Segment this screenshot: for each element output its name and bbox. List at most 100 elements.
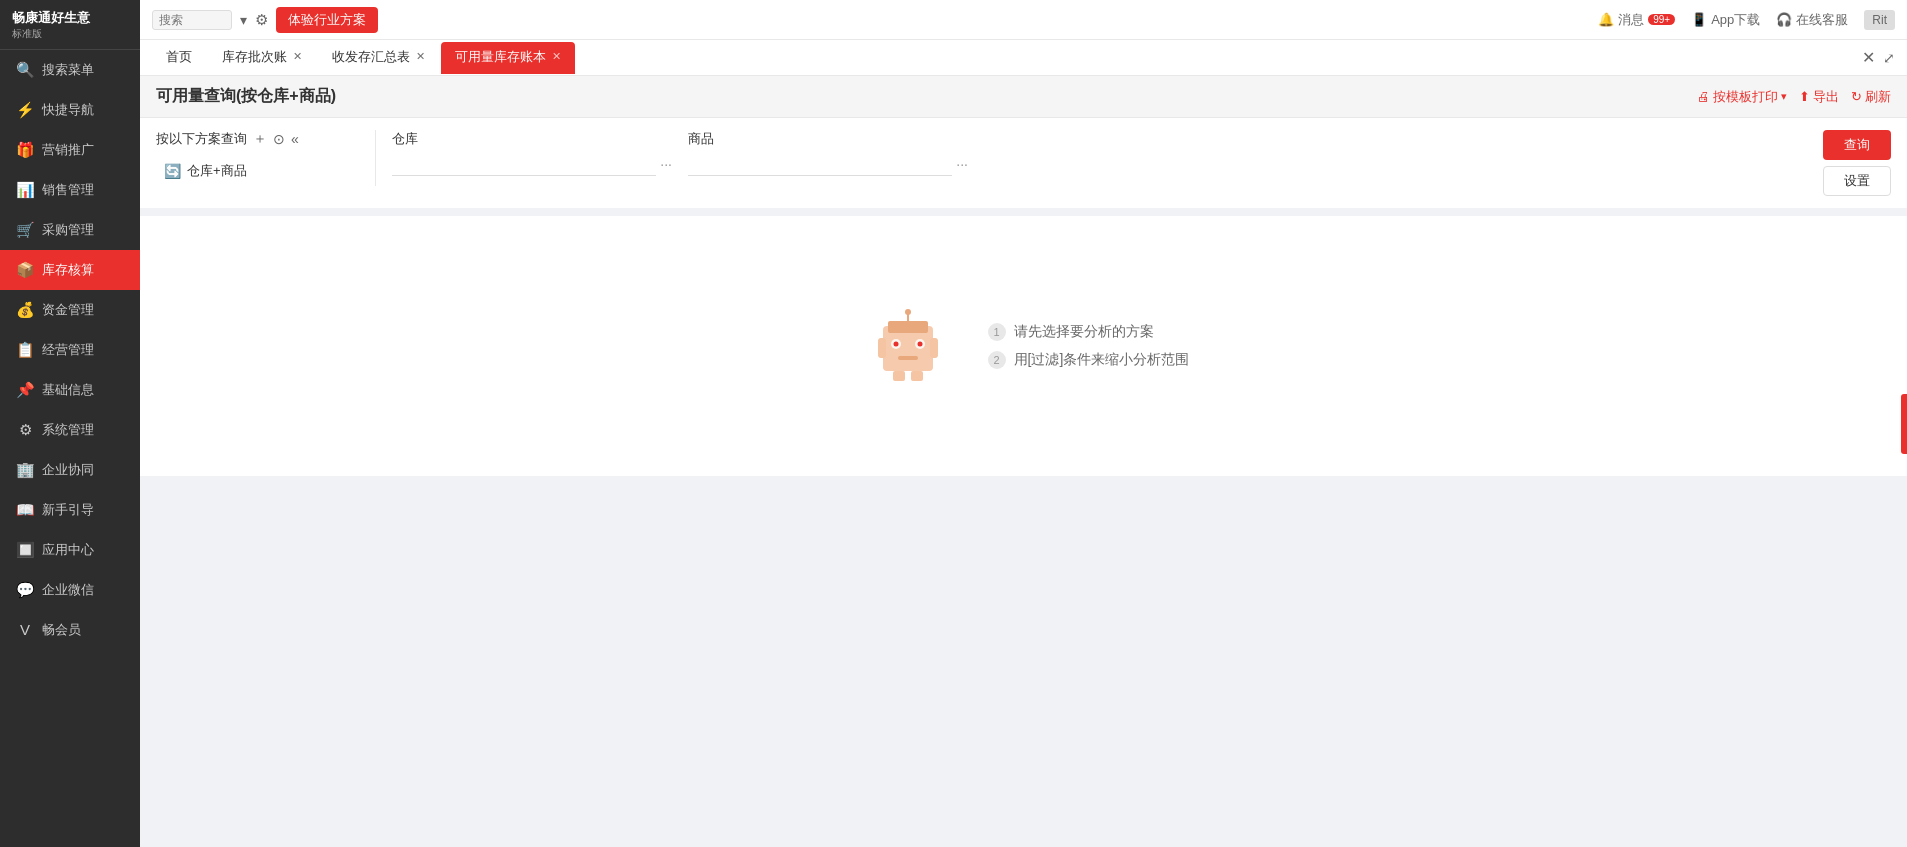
sidebar-item-search[interactable]: 🔍 搜索菜单 bbox=[0, 50, 140, 90]
scroll-indicator[interactable] bbox=[1901, 394, 1907, 454]
sidebar-icon-shortcut: ⚡ bbox=[16, 101, 34, 119]
sidebar-icon-wechat: 💬 bbox=[16, 581, 34, 599]
sidebar-label-inventory: 库存核算 bbox=[42, 261, 94, 279]
industry-btn[interactable]: 体验行业方案 bbox=[276, 7, 378, 33]
printer-icon: 🖨 bbox=[1697, 89, 1710, 104]
sidebar-icon-purchase-mgmt: 🛒 bbox=[16, 221, 34, 239]
empty-tip-2: 2 用[过滤]条件来缩小分析范围 bbox=[988, 351, 1190, 369]
close-available-qty-icon[interactable]: ✕ bbox=[552, 50, 561, 63]
filter-right: 仓库 ··· 商品 ··· 查询 设置 bbox=[392, 130, 1891, 196]
sidebar-item-inventory[interactable]: 📦 库存核算 bbox=[0, 250, 140, 290]
tab-batch-account[interactable]: 库存批次账 ✕ bbox=[208, 42, 316, 74]
print-button[interactable]: 🖨 按模板打印 ▾ bbox=[1697, 88, 1787, 106]
tab-home[interactable]: 首页 bbox=[152, 42, 206, 74]
tabs-right-controls: ✕ ⤢ bbox=[1862, 48, 1895, 67]
tip-2-text: 用[过滤]条件来缩小分析范围 bbox=[1014, 351, 1190, 369]
tab-batch-account-label: 库存批次账 bbox=[222, 48, 287, 66]
sidebar-item-purchase-mgmt[interactable]: 🛒 采购管理 bbox=[0, 210, 140, 250]
sidebar-icon-inventory: 📦 bbox=[16, 261, 34, 279]
sidebar-item-wechat[interactable]: 💬 企业微信 bbox=[0, 570, 140, 610]
sidebar-item-sales-mgmt[interactable]: 📊 销售管理 bbox=[0, 170, 140, 210]
sidebar-label-basic-info: 基础信息 bbox=[42, 381, 94, 399]
dropdown-button[interactable]: ▾ bbox=[240, 12, 247, 28]
filter-area: 按以下方案查询 ＋ ⊙ « 🔄 仓库+商品 仓库 ··· bbox=[140, 118, 1907, 208]
close-batch-account-icon[interactable]: ✕ bbox=[293, 50, 302, 63]
sidebar-item-shortcut[interactable]: ⚡ 快捷导航 bbox=[0, 90, 140, 130]
sidebar-item-basic-info[interactable]: 📌 基础信息 bbox=[0, 370, 140, 410]
sidebar-label-search: 搜索菜单 bbox=[42, 61, 94, 79]
sync-icon: 🔄 bbox=[164, 163, 181, 179]
tip-num-2: 2 bbox=[988, 351, 1006, 369]
sidebar-icon-newbie: 📖 bbox=[16, 501, 34, 519]
gear-button[interactable]: ⚙ bbox=[255, 11, 268, 29]
warehouse-input[interactable] bbox=[392, 152, 656, 176]
svg-rect-7 bbox=[878, 338, 886, 358]
sidebar-icon-member: V bbox=[16, 621, 34, 638]
expand-button[interactable]: ⤢ bbox=[1883, 50, 1895, 66]
warehouse-label: 仓库 bbox=[392, 130, 672, 148]
svg-rect-6 bbox=[898, 356, 918, 360]
action-buttons: 查询 设置 bbox=[1823, 130, 1891, 196]
sidebar-label-system-mgmt: 系统管理 bbox=[42, 421, 94, 439]
sidebar-label-app-center: 应用中心 bbox=[42, 541, 94, 559]
sidebar-scroll: 🔍 搜索菜单 ⚡ 快捷导航 🎁 营销推广 📊 销售管理 🛒 采购管理 📦 库存核… bbox=[0, 50, 140, 847]
user-name: Rit bbox=[1872, 13, 1887, 27]
close-summary-icon[interactable]: ✕ bbox=[416, 50, 425, 63]
add-icon[interactable]: ＋ bbox=[253, 130, 267, 148]
filter-option-warehouse-product[interactable]: 🔄 仓库+商品 bbox=[156, 156, 359, 186]
sidebar-icon-finance: 💰 bbox=[16, 301, 34, 319]
sidebar-item-newbie[interactable]: 📖 新手引导 bbox=[0, 490, 140, 530]
settings-button[interactable]: 设置 bbox=[1823, 166, 1891, 196]
user-avatar[interactable]: Rit bbox=[1864, 10, 1895, 30]
export-label: 导出 bbox=[1813, 88, 1839, 106]
query-button[interactable]: 查询 bbox=[1823, 130, 1891, 160]
svg-rect-8 bbox=[930, 338, 938, 358]
message-item[interactable]: 🔔 消息 99+ bbox=[1598, 11, 1675, 29]
svg-point-4 bbox=[893, 342, 898, 347]
empty-tip-1: 1 请先选择要分析的方案 bbox=[988, 323, 1190, 341]
main-area: ▾ ⚙ 体验行业方案 🔔 消息 99+ 📱 App下载 🎧 在线客服 Rit bbox=[140, 0, 1907, 847]
sidebar-icon-sales-mgmt: 📊 bbox=[16, 181, 34, 199]
sidebar-item-member[interactable]: V 畅会员 bbox=[0, 610, 140, 650]
refresh-button[interactable]: ↻ 刷新 bbox=[1851, 88, 1891, 106]
content-area: 可用量查询(按仓库+商品) 🖨 按模板打印 ▾ ⬆ 导出 ↻ 刷新 bbox=[140, 76, 1907, 847]
product-more-icon[interactable]: ··· bbox=[956, 156, 968, 172]
app-download-item[interactable]: 📱 App下载 bbox=[1691, 11, 1760, 29]
warehouse-more-icon[interactable]: ··· bbox=[660, 156, 672, 172]
product-input[interactable] bbox=[688, 152, 952, 176]
sidebar-item-enterprise[interactable]: 🏢 企业协同 bbox=[0, 450, 140, 490]
sidebar: 畅康通好生意 标准版 🔍 搜索菜单 ⚡ 快捷导航 🎁 营销推广 📊 销售管理 🛒… bbox=[0, 0, 140, 847]
app-download-label: App下载 bbox=[1711, 11, 1760, 29]
sidebar-item-finance[interactable]: 💰 资金管理 bbox=[0, 290, 140, 330]
sidebar-item-system-mgmt[interactable]: ⚙ 系统管理 bbox=[0, 410, 140, 450]
close-all-tabs-button[interactable]: ✕ bbox=[1862, 48, 1875, 67]
bell-icon: 🔔 bbox=[1598, 12, 1614, 27]
sidebar-label-enterprise: 企业协同 bbox=[42, 461, 94, 479]
sidebar-item-operations[interactable]: 📋 经营管理 bbox=[0, 330, 140, 370]
export-button[interactable]: ⬆ 导出 bbox=[1799, 88, 1839, 106]
empty-state-inner: 1 请先选择要分析的方案 2 用[过滤]条件来缩小分析范围 bbox=[858, 296, 1190, 396]
sidebar-item-marketing-promo[interactable]: 🎁 营销推广 bbox=[0, 130, 140, 170]
top-header: ▾ ⚙ 体验行业方案 🔔 消息 99+ 📱 App下载 🎧 在线客服 Rit bbox=[140, 0, 1907, 40]
filter-input-row-warehouse: ··· bbox=[392, 152, 672, 176]
svg-point-12 bbox=[905, 309, 911, 315]
tab-summary-label: 收发存汇总表 bbox=[332, 48, 410, 66]
phone-icon: 📱 bbox=[1691, 12, 1707, 27]
tab-summary[interactable]: 收发存汇总表 ✕ bbox=[318, 42, 439, 74]
sidebar-label-member: 畅会员 bbox=[42, 621, 81, 639]
empty-illustration bbox=[858, 296, 958, 396]
online-service-item[interactable]: 🎧 在线客服 bbox=[1776, 11, 1848, 29]
collapse-icon[interactable]: « bbox=[291, 131, 299, 147]
svg-rect-10 bbox=[911, 371, 923, 381]
filter-field-warehouse: 仓库 ··· bbox=[392, 130, 672, 176]
online-service-label: 在线客服 bbox=[1796, 11, 1848, 29]
msg-label: 消息 bbox=[1618, 11, 1644, 29]
svg-rect-9 bbox=[893, 371, 905, 381]
tab-available-qty[interactable]: 可用量库存账本 ✕ bbox=[441, 42, 575, 74]
tip-1-text: 请先选择要分析的方案 bbox=[1014, 323, 1154, 341]
filter-settings-icon[interactable]: ⊙ bbox=[273, 131, 285, 147]
product-label: 商品 bbox=[688, 130, 968, 148]
search-input[interactable] bbox=[152, 10, 232, 30]
sidebar-logo: 畅康通好生意 标准版 bbox=[0, 0, 140, 50]
sidebar-item-app-center[interactable]: 🔲 应用中心 bbox=[0, 530, 140, 570]
